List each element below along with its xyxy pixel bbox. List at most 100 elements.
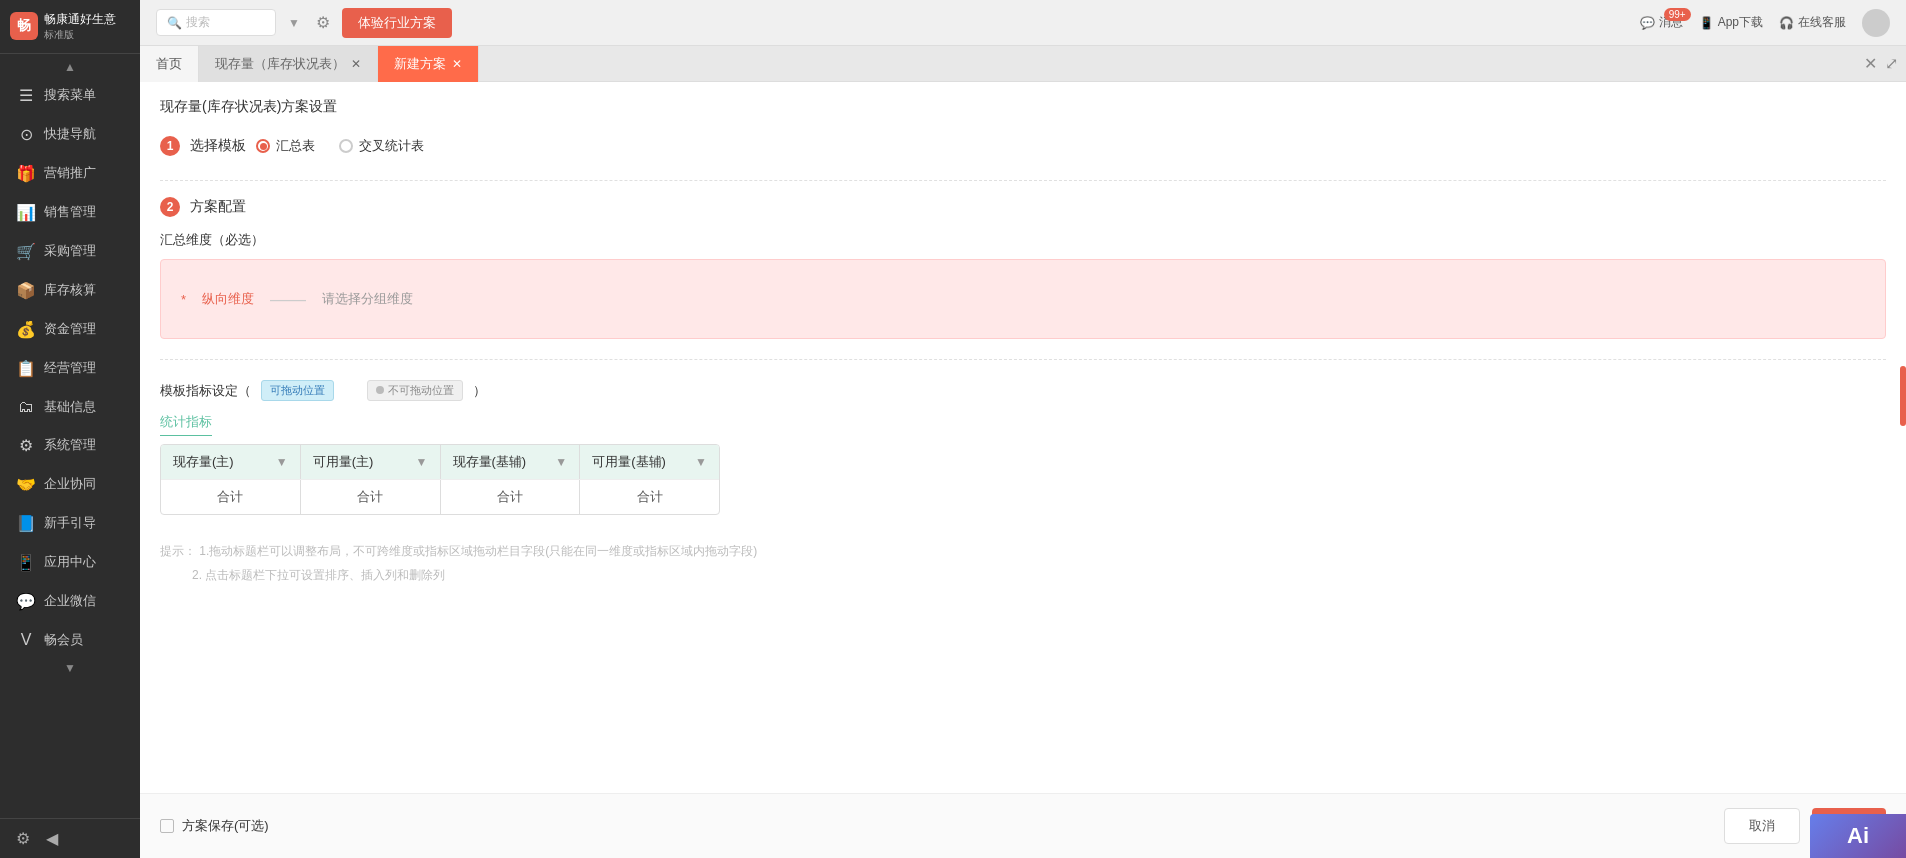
sidebar-scroll-down[interactable]: ▼ xyxy=(0,659,140,677)
trial-button[interactable]: 体验行业方案 xyxy=(342,8,452,38)
section-1-title: 选择模板 xyxy=(190,137,246,155)
app-logo-icon: 畅 xyxy=(10,12,38,40)
tab-new-plan[interactable]: 新建方案 ✕ xyxy=(378,46,479,82)
section-2-header: 2 方案配置 xyxy=(160,197,1886,217)
service-button[interactable]: 🎧 在线客服 xyxy=(1779,14,1846,31)
tab-inventory-close-icon[interactable]: ✕ xyxy=(351,57,361,71)
sidebar-item-enterprise[interactable]: 🤝 企业协同 xyxy=(0,465,140,504)
col-chevron-0[interactable]: ▼ xyxy=(276,455,288,469)
radio-summary-circle xyxy=(256,139,270,153)
tabs-bar: 首页 现存量（库存状况表） ✕ 新建方案 ✕ ✕ ⤢ xyxy=(140,46,1906,82)
dimension-arrow: —— xyxy=(270,289,306,310)
section-1: 1 选择模板 汇总表 交叉统计表 xyxy=(160,136,1886,156)
stats-col-0[interactable]: 现存量(主) ▼ xyxy=(161,445,301,479)
finance-icon: 💰 xyxy=(16,320,36,339)
section-1-header: 1 选择模板 汇总表 交叉统计表 xyxy=(160,136,1886,156)
wechat-icon: 💬 xyxy=(16,592,36,611)
topbar-gear-icon[interactable]: ⚙ xyxy=(316,13,330,32)
sidebar-logo: 畅 畅康通好生意 标准版 xyxy=(0,0,140,54)
topbar-left: 🔍 搜索 ▼ ⚙ 体验行业方案 xyxy=(156,8,452,38)
save-checkbox[interactable] xyxy=(160,819,174,833)
tab-new-plan-close-icon[interactable]: ✕ xyxy=(452,57,462,71)
message-icon: 💬 xyxy=(1640,16,1655,30)
system-icon: ⚙ xyxy=(16,436,36,455)
sidebar-item-newbie[interactable]: 📘 新手引导 xyxy=(0,504,140,543)
user-avatar[interactable] xyxy=(1862,9,1890,37)
radio-summary[interactable]: 汇总表 xyxy=(256,137,315,155)
divider-2 xyxy=(160,359,1886,360)
search-box[interactable]: 🔍 搜索 xyxy=(156,9,276,36)
sidebar-item-quick-nav[interactable]: ⊙ 快捷导航 xyxy=(0,115,140,154)
tab-controls: ✕ ⤢ xyxy=(1856,54,1906,73)
sidebar-item-sales[interactable]: 📊 销售管理 xyxy=(0,193,140,232)
draggable-badge: 可拖动位置 xyxy=(261,380,334,401)
search-icon: 🔍 xyxy=(167,16,182,30)
app-download-button[interactable]: 📱 App下载 xyxy=(1699,14,1763,31)
content-area: 现存量(库存状况表)方案设置 1 选择模板 汇总表 交叉统计表 xyxy=(140,82,1906,793)
sidebar-item-marketing[interactable]: 🎁 营销推广 xyxy=(0,154,140,193)
scrollbar-thumb[interactable] xyxy=(1900,366,1906,426)
vip-icon: V xyxy=(16,631,36,649)
radio-cross[interactable]: 交叉统计表 xyxy=(339,137,424,155)
dimension-box[interactable]: * 纵向维度 —— 请选择分组维度 xyxy=(160,259,1886,339)
sales-icon: 📊 xyxy=(16,203,36,222)
sidebar-item-operation[interactable]: 📋 经营管理 xyxy=(0,349,140,388)
sidebar-item-vip[interactable]: V 畅会员 xyxy=(0,621,140,659)
tab-home[interactable]: 首页 xyxy=(140,46,199,82)
radio-cross-circle xyxy=(339,139,353,153)
indicator-setting: 模板指标设定（ 可拖动位置 不可拖动位置 ） xyxy=(160,380,1886,401)
section-2: 2 方案配置 汇总维度（必选） * 纵向维度 —— 请选择分组维度 xyxy=(160,197,1886,587)
tip-title: 提示： 1.拖动标题栏可以调整布局，不可跨维度或指标区域拖动栏目字段(只能在同一… xyxy=(160,539,1886,563)
section-2-title: 方案配置 xyxy=(190,198,246,216)
quick-nav-icon: ⊙ xyxy=(16,125,36,144)
topbar-chevron-icon[interactable]: ▼ xyxy=(288,16,300,30)
col-chevron-2[interactable]: ▼ xyxy=(555,455,567,469)
ai-button[interactable]: Ai xyxy=(1810,814,1906,858)
stats-col-1[interactable]: 可用量(主) ▼ xyxy=(301,445,441,479)
sidebar-item-wechat[interactable]: 💬 企业微信 xyxy=(0,582,140,621)
tab-close-all-icon[interactable]: ✕ xyxy=(1864,54,1877,73)
sidebar-item-search-menu[interactable]: ☰ 搜索菜单 xyxy=(0,76,140,115)
sidebar-item-inventory[interactable]: 📦 库存核算 xyxy=(0,271,140,310)
sidebar-item-finance[interactable]: 💰 资金管理 xyxy=(0,310,140,349)
app-name: 畅康通好生意 标准版 xyxy=(44,12,116,41)
stats-title: 统计指标 xyxy=(160,413,212,436)
col-chevron-1[interactable]: ▼ xyxy=(416,455,428,469)
required-marker: * xyxy=(181,292,186,307)
settings-icon[interactable]: ⚙ xyxy=(16,829,30,848)
tips-section: 提示： 1.拖动标题栏可以调整布局，不可跨维度或指标区域拖动栏目字段(只能在同一… xyxy=(160,539,1886,587)
tab-expand-icon[interactable]: ⤢ xyxy=(1885,54,1898,73)
stats-table-row: 合计 合计 合计 合计 xyxy=(161,479,719,514)
sidebar-item-system[interactable]: ⚙ 系统管理 xyxy=(0,426,140,465)
sidebar-item-basic[interactable]: 🗂 基础信息 xyxy=(0,388,140,426)
cancel-button[interactable]: 取消 xyxy=(1724,808,1800,844)
stats-col-2[interactable]: 现存量(基辅) ▼ xyxy=(441,445,581,479)
indicator-setting-label: 模板指标设定（ 可拖动位置 不可拖动位置 ） xyxy=(160,380,1886,401)
stats-cell-1: 合计 xyxy=(301,480,441,514)
operation-icon: 📋 xyxy=(16,359,36,378)
sidebar-nav: ▲ ☰ 搜索菜单 ⊙ 快捷导航 🎁 营销推广 📊 销售管理 🛒 采购管理 📦 库… xyxy=(0,54,140,818)
stats-col-3[interactable]: 可用量(基辅) ▼ xyxy=(580,445,719,479)
sidebar-scroll-up[interactable]: ▲ xyxy=(0,58,140,76)
message-button[interactable]: 💬 消息 99+ xyxy=(1640,14,1683,31)
tab-inventory-status[interactable]: 现存量（库存状况表） ✕ xyxy=(199,46,378,82)
collapse-icon[interactable]: ◀ xyxy=(46,829,58,848)
stats-table-header: 现存量(主) ▼ 可用量(主) ▼ 现存量(基辅) ▼ 可用量(基辅) xyxy=(161,445,719,479)
divider-1 xyxy=(160,180,1886,181)
sidebar-item-purchase[interactable]: 🛒 采购管理 xyxy=(0,232,140,271)
newbie-icon: 📘 xyxy=(16,514,36,533)
col-chevron-3[interactable]: ▼ xyxy=(695,455,707,469)
stats-section: 统计指标 现存量(主) ▼ 可用量(主) ▼ 现存量(基辅) xyxy=(160,413,1886,515)
sidebar-footer: ⚙ ◀ xyxy=(0,818,140,858)
dimension-label: 汇总维度（必选） xyxy=(160,231,1886,249)
headset-icon: 🎧 xyxy=(1779,16,1794,30)
save-checkbox-label: 方案保存(可选) xyxy=(182,817,269,835)
sidebar-item-app-center[interactable]: 📱 应用中心 xyxy=(0,543,140,582)
app-icon: 📱 xyxy=(1699,16,1714,30)
footer-left: 方案保存(可选) xyxy=(160,817,269,835)
dimension-content: * 纵向维度 —— 请选择分组维度 xyxy=(181,289,413,310)
stats-cell-2: 合计 xyxy=(441,480,581,514)
stats-cell-0: 合计 xyxy=(161,480,301,514)
page-title: 现存量(库存状况表)方案设置 xyxy=(160,98,1886,116)
content-scrollbar[interactable] xyxy=(1900,82,1906,793)
